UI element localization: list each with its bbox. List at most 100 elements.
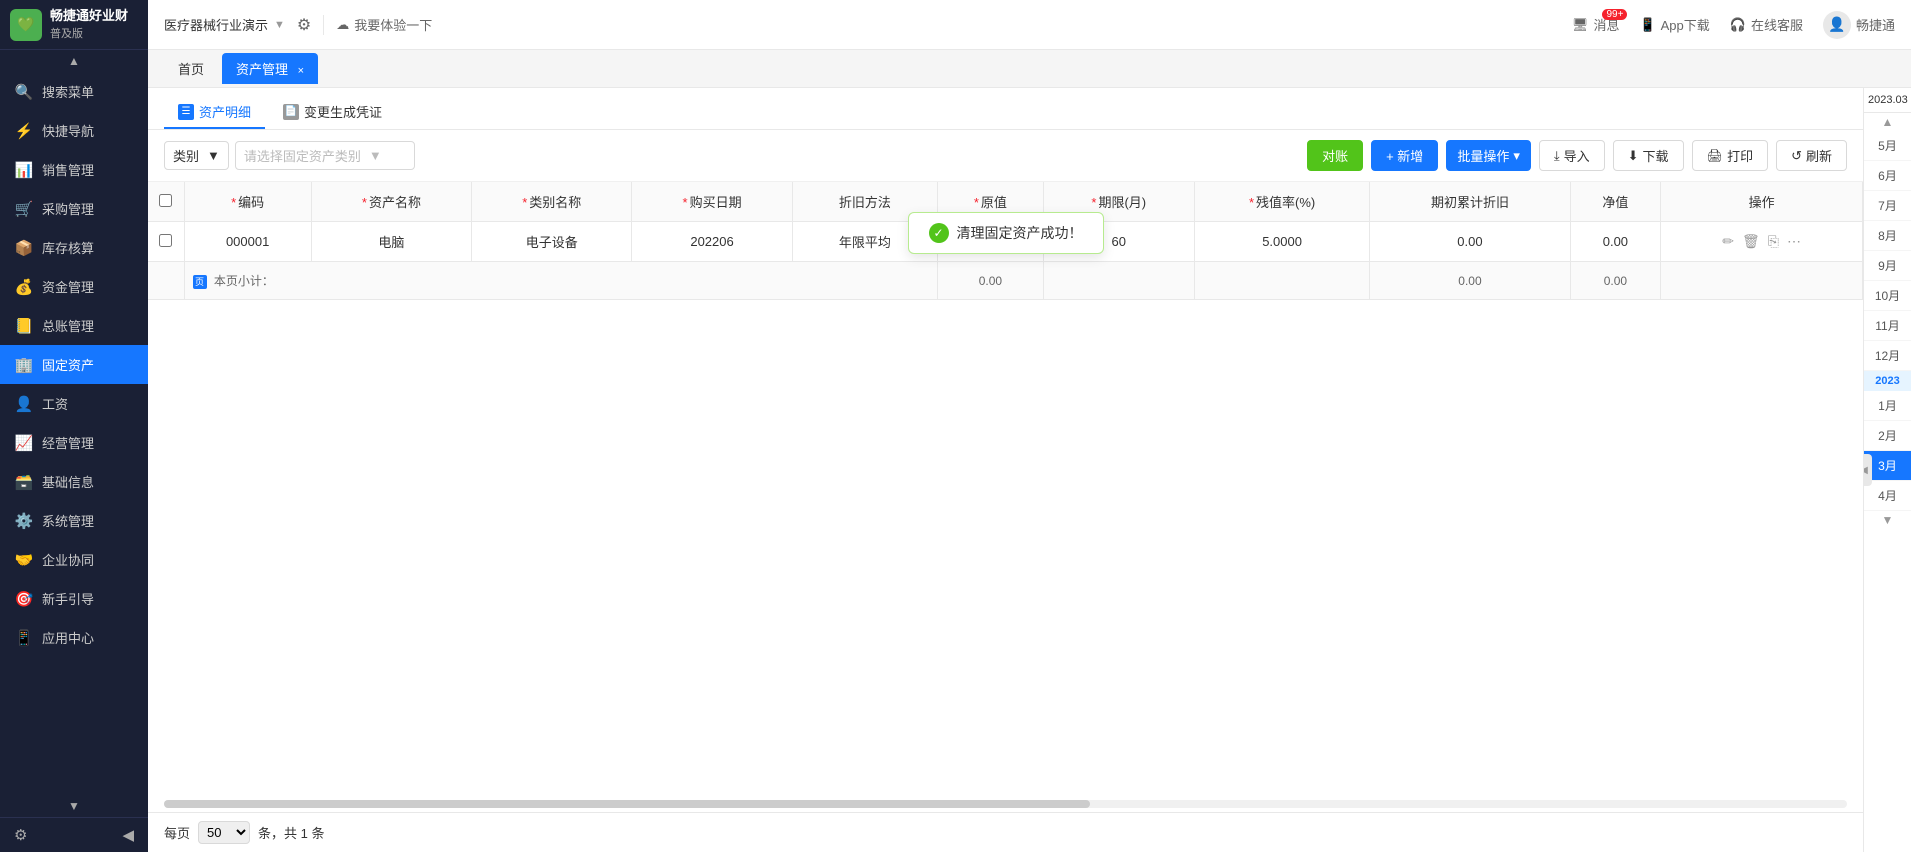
collapse-icon[interactable]: ◀ (122, 826, 134, 844)
scrollbar-thumb[interactable] (164, 800, 1090, 808)
cell-net-value: 0.00 (1570, 222, 1661, 262)
operations-icon: 📈 (14, 434, 34, 452)
edit-icon[interactable]: ✏ (1722, 233, 1734, 250)
sidebar-item-label: 销售管理 (42, 160, 94, 179)
scrollbar-track[interactable] (164, 800, 1847, 808)
sidebar-item-assets[interactable]: 🏢 固定资产 (0, 345, 148, 384)
print-label: 打印 (1727, 146, 1753, 165)
copy-icon[interactable]: ⎘ (1768, 233, 1779, 250)
sidebar-item-basicinfo[interactable]: 🗃️ 基础信息 (0, 462, 148, 501)
app-download-btn[interactable]: 📱 App下载 (1639, 15, 1709, 34)
sidebar-item-enterprise[interactable]: 🤝 企业协同 (0, 540, 148, 579)
category-placeholder[interactable]: 请选择固定资产类别 ▼ (235, 141, 415, 170)
user-profile-btn[interactable]: 👤 畅捷通 (1823, 11, 1895, 39)
sidebar-item-guide[interactable]: 🎯 新手引导 (0, 579, 148, 618)
sidebar-scroll-down[interactable]: ▼ (0, 795, 148, 817)
settings-icon[interactable]: ⚙ (14, 826, 27, 844)
sidebar-item-payroll[interactable]: 👤 工资 (0, 384, 148, 423)
per-page-select[interactable]: 50 100 (198, 821, 250, 844)
delete-icon[interactable]: 🗑 (1742, 233, 1760, 250)
header-checkbox[interactable] (148, 182, 184, 222)
year-label[interactable]: 2023 (1864, 371, 1911, 391)
header-initial-accumulated: 期初累计折旧 (1370, 182, 1570, 222)
sub-tabs: ☰ 资产明细 📄 变更生成凭证 (148, 88, 1863, 130)
month-9[interactable]: 9月 (1864, 251, 1911, 281)
month-2[interactable]: 2月 (1864, 421, 1911, 451)
sidebar-nav: 🔍 搜索菜单 ⚡ 快捷导航 📊 销售管理 🛒 采购管理 📦 库存核算 💰 资金管… (0, 72, 148, 795)
header-code: *编码 (184, 182, 311, 222)
download-icon: ⬇ (1628, 148, 1639, 164)
reconcile-label: 对账 (1322, 146, 1348, 165)
cell-code: 000001 (184, 222, 311, 262)
sub-tab-change-voucher[interactable]: 📄 变更生成凭证 (269, 96, 396, 129)
calendar-nav-down[interactable]: ▼ (1880, 511, 1896, 529)
month-4[interactable]: 4月 (1864, 481, 1911, 511)
sidebar-item-inventory[interactable]: 📦 库存核算 (0, 228, 148, 267)
placeholder-arrow-icon: ▼ (369, 148, 382, 163)
download-button[interactable]: ⬇ 下载 (1613, 140, 1684, 171)
tab-close-icon[interactable]: × (298, 65, 304, 77)
cell-category: 电子设备 (472, 222, 632, 262)
import-icon: ⤓ (1554, 148, 1560, 164)
import-button[interactable]: ⤓ 导入 (1539, 140, 1605, 171)
new-button[interactable]: + 新增 (1371, 140, 1438, 171)
purchase-icon: 🛒 (14, 200, 34, 218)
print-button[interactable]: 🖨 打印 (1692, 140, 1769, 171)
search-icon: 🔍 (14, 83, 34, 101)
sub-tab-asset-detail[interactable]: ☰ 资产明细 (164, 96, 265, 129)
tab-home[interactable]: 首页 (164, 53, 218, 84)
sidebar-item-ledger[interactable]: 📒 总账管理 (0, 306, 148, 345)
new-label: + 新增 (1386, 146, 1423, 165)
reconcile-button[interactable]: 对账 (1307, 140, 1363, 171)
success-toast: ✓ 清理固定资产成功！ (908, 212, 1104, 254)
select-all-checkbox[interactable] (159, 194, 172, 207)
online-support-btn[interactable]: 🎧 在线客服 (1730, 15, 1803, 34)
sidebar-item-operations[interactable]: 📈 经营管理 (0, 423, 148, 462)
right-panel: ◀ 2023.03 ▲ 5月 6月 7月 8月 9月 10月 11月 12月 2… (1863, 88, 1911, 852)
category-arrow-icon: ▼ (207, 148, 220, 163)
month-5[interactable]: 5月 (1864, 131, 1911, 161)
sidebar-item-label: 总账管理 (42, 316, 94, 335)
month-11[interactable]: 11月 (1864, 311, 1911, 341)
topbar-right: 🖥 消息 99+ 📱 App下载 🎧 在线客服 👤 畅捷通 (1572, 11, 1895, 39)
online-support-label: 在线客服 (1751, 15, 1803, 34)
notifications-btn[interactable]: 🖥 消息 99+ (1572, 15, 1620, 34)
username: 畅捷通 (1856, 15, 1895, 34)
print-icon: 🖨 (1707, 148, 1724, 164)
category-select[interactable]: 类别 ▼ (164, 141, 229, 170)
sidebar-item-sales[interactable]: 📊 销售管理 (0, 150, 148, 189)
month-7[interactable]: 7月 (1864, 191, 1911, 221)
month-12[interactable]: 12月 (1864, 341, 1911, 371)
month-6[interactable]: 6月 (1864, 161, 1911, 191)
month-10[interactable]: 10月 (1864, 281, 1911, 311)
pagination-bar: 每页 50 100 条，共 1 条 (148, 812, 1863, 852)
row-select-checkbox[interactable] (159, 234, 172, 247)
refresh-button[interactable]: ↺ 刷新 (1776, 140, 1847, 171)
topbar-gear-icon[interactable]: ⚙ (297, 15, 311, 35)
sidebar-item-label: 应用中心 (42, 628, 94, 647)
subtotal-label: 页 本页小计： (184, 262, 938, 300)
success-icon: ✓ (929, 223, 949, 243)
calendar-nav-up[interactable]: ▲ (1880, 113, 1896, 131)
company-selector[interactable]: 医疗器械行业演示 ▼ (164, 15, 285, 34)
sidebar-scroll-up[interactable]: ▲ (0, 50, 148, 72)
more-icon[interactable]: ⋯ (1787, 233, 1801, 250)
experience-btn[interactable]: ☁ 我要体验一下 (336, 15, 432, 34)
row-checkbox[interactable] (148, 222, 184, 262)
batch-ops-button[interactable]: 批量操作 ▾ (1446, 140, 1531, 171)
month-8[interactable]: 8月 (1864, 221, 1911, 251)
sidebar-item-label: 采购管理 (42, 199, 94, 218)
sidebar-item-purchase[interactable]: 🛒 采购管理 (0, 189, 148, 228)
sidebar-item-search[interactable]: 🔍 搜索菜单 (0, 72, 148, 111)
sidebar-item-quicknav[interactable]: ⚡ 快捷导航 (0, 111, 148, 150)
expand-btn[interactable]: ◀ (1863, 454, 1872, 486)
sidebar-item-appstore[interactable]: 📱 应用中心 (0, 618, 148, 657)
cell-actions: ✏ 🗑 ⎘ ⋯ (1661, 222, 1863, 262)
sidebar-item-funds[interactable]: 💰 资金管理 (0, 267, 148, 306)
month-1[interactable]: 1月 (1864, 391, 1911, 421)
subtotal-row: 页 本页小计： 0.00 0.00 0.00 (148, 262, 1863, 300)
tab-assets[interactable]: 资产管理 × (222, 53, 318, 84)
subtotal-initial: 0.00 (1370, 262, 1570, 300)
batch-ops-arrow: ▾ (1513, 148, 1520, 164)
sidebar-item-system[interactable]: ⚙️ 系统管理 (0, 501, 148, 540)
